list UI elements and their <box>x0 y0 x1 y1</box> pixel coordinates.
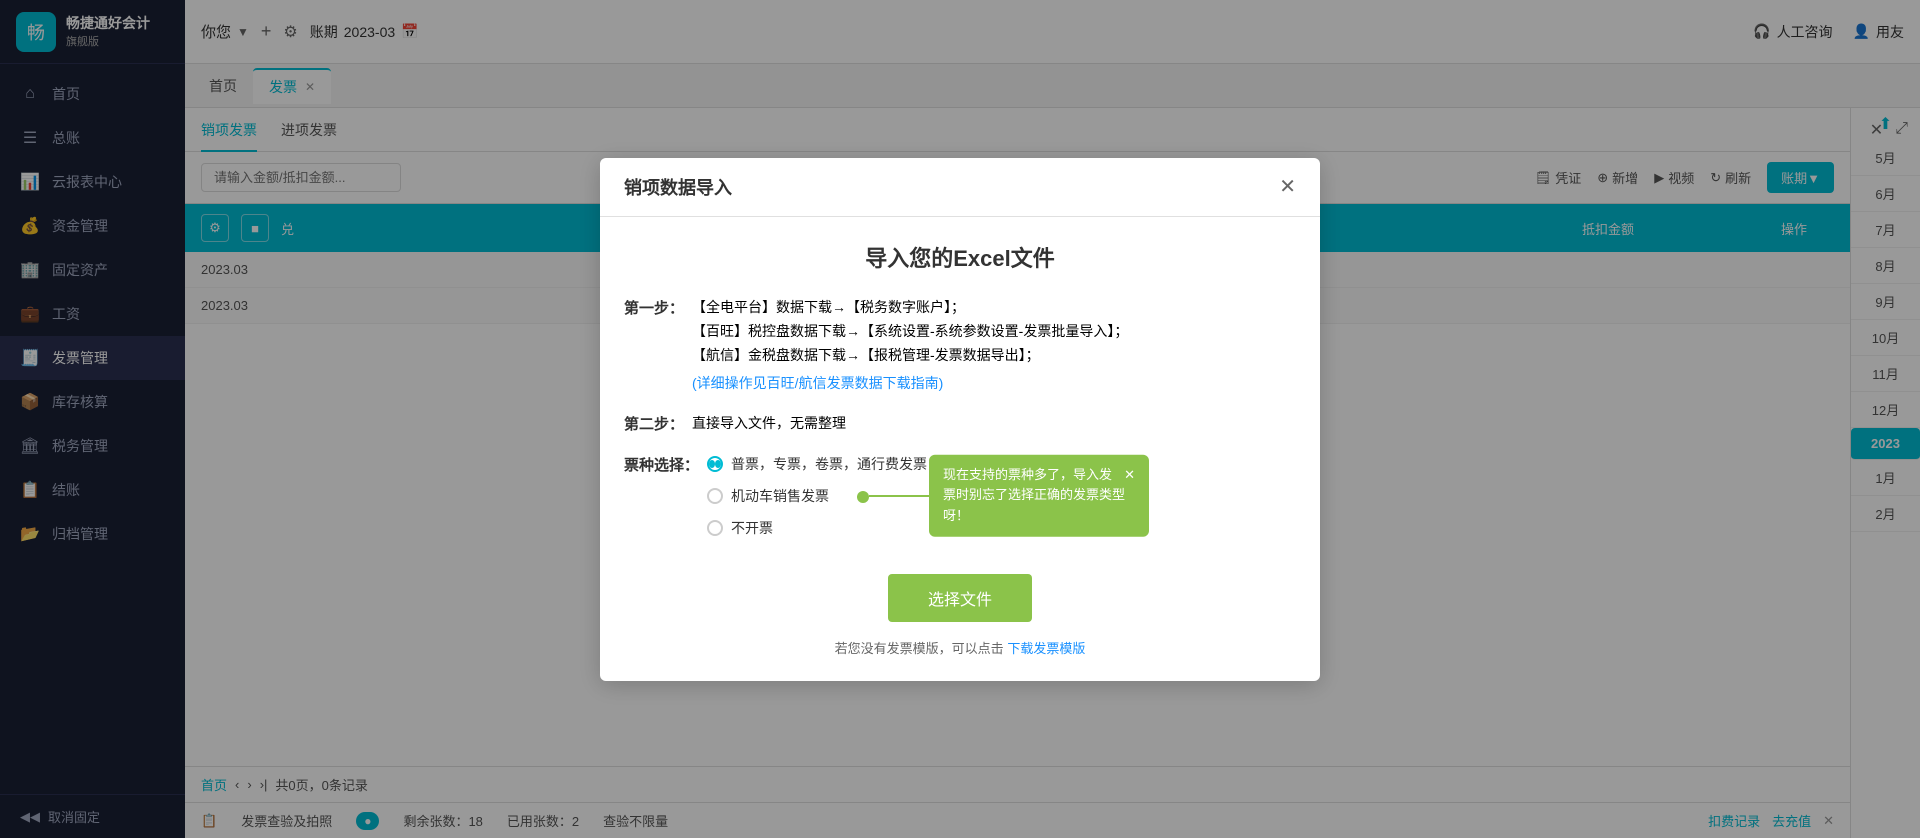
modal-header: 销项数据导入 ✕ <box>600 158 1320 217</box>
download-hint: 若您没有发票模版，可以点击 下载发票模版 <box>624 638 1296 657</box>
tooltip-line <box>869 495 929 497</box>
download-template-link[interactable]: 下载发票模版 <box>1007 641 1085 656</box>
modal-title: 销项数据导入 <box>624 174 732 200</box>
step-1: 第一步： 【全电平台】数据下载→【税务数字账户】； 【百旺】税控盘数据下载→【系… <box>624 297 1296 393</box>
tooltip-dot <box>857 491 869 503</box>
radio-normal-circle <box>707 456 723 472</box>
radio-group: 普票，专票，卷票，通行费发票，农产品销售发票 机动车销售发票 ✕ 现在支持的票 <box>707 454 1039 550</box>
modal-close-button[interactable]: ✕ <box>1279 174 1296 199</box>
tooltip-bubble: ✕ 现在支持的票种多了，导入发票时别忘了选择正确的发票类型呀！ <box>929 454 1149 536</box>
step2-label: 第二步： <box>624 413 684 434</box>
modal-overlay: 销项数据导入 ✕ 导入您的Excel文件 第一步： 【全电平台】数据下载→【税务… <box>0 0 1920 838</box>
step1-lines: 【全电平台】数据下载→【税务数字账户】； 【百旺】税控盘数据下载→【系统设置-系… <box>692 297 1128 393</box>
ticket-select-label: 票种选择： <box>624 454 699 475</box>
radio-motor-label: 机动车销售发票 <box>731 486 829 506</box>
radio-no-ticket-circle <box>707 520 723 536</box>
radio-no-ticket-label: 不开票 <box>731 518 773 538</box>
step1-line-3: 【航信】金税盘数据下载→【报税管理-发票数据导出】； <box>692 345 1128 365</box>
download-hint-prefix: 若您没有发票模版，可以点击 <box>835 641 1004 656</box>
radio-motor[interactable]: 机动车销售发票 ✕ 现在支持的票种多了，导入发票时别忘了选择正确的发票类型呀！ <box>707 486 1039 506</box>
tooltip-text: 现在支持的票种多了，导入发票时别忘了选择正确的发票类型呀！ <box>943 466 1125 523</box>
step1-line-1: 【全电平台】数据下载→【税务数字账户】； <box>692 297 1128 317</box>
tooltip-close-button[interactable]: ✕ <box>1124 464 1135 485</box>
import-modal: 销项数据导入 ✕ 导入您的Excel文件 第一步： 【全电平台】数据下载→【税务… <box>600 158 1320 681</box>
modal-main-title: 导入您的Excel文件 <box>624 241 1296 273</box>
step1-label: 第一步： <box>624 297 684 318</box>
step1-line-2: 【百旺】税控盘数据下载→【系统设置-系统参数设置-发票批量导入】； <box>692 321 1128 341</box>
step1-content: 第一步： 【全电平台】数据下载→【税务数字账户】； 【百旺】税控盘数据下载→【系… <box>624 297 1296 393</box>
step2-content: 第二步： 直接导入文件，无需整理 <box>624 413 1296 434</box>
modal-body: 导入您的Excel文件 第一步： 【全电平台】数据下载→【税务数字账户】； 【百… <box>600 217 1320 681</box>
step2-text: 直接导入文件，无需整理 <box>692 413 846 433</box>
radio-motor-circle <box>707 488 723 504</box>
ticket-select-row: 票种选择： 普票，专票，卷票，通行费发票，农产品销售发票 机动车销售发票 <box>624 454 1296 550</box>
tooltip-trigger: ✕ 现在支持的票种多了，导入发票时别忘了选择正确的发票类型呀！ <box>857 488 869 504</box>
step1-guide-link[interactable]: (详细操作见百旺/航信发票数据下载指南) <box>692 375 943 391</box>
select-file-button[interactable]: 选择文件 <box>888 574 1032 622</box>
step-2: 第二步： 直接导入文件，无需整理 <box>624 413 1296 434</box>
